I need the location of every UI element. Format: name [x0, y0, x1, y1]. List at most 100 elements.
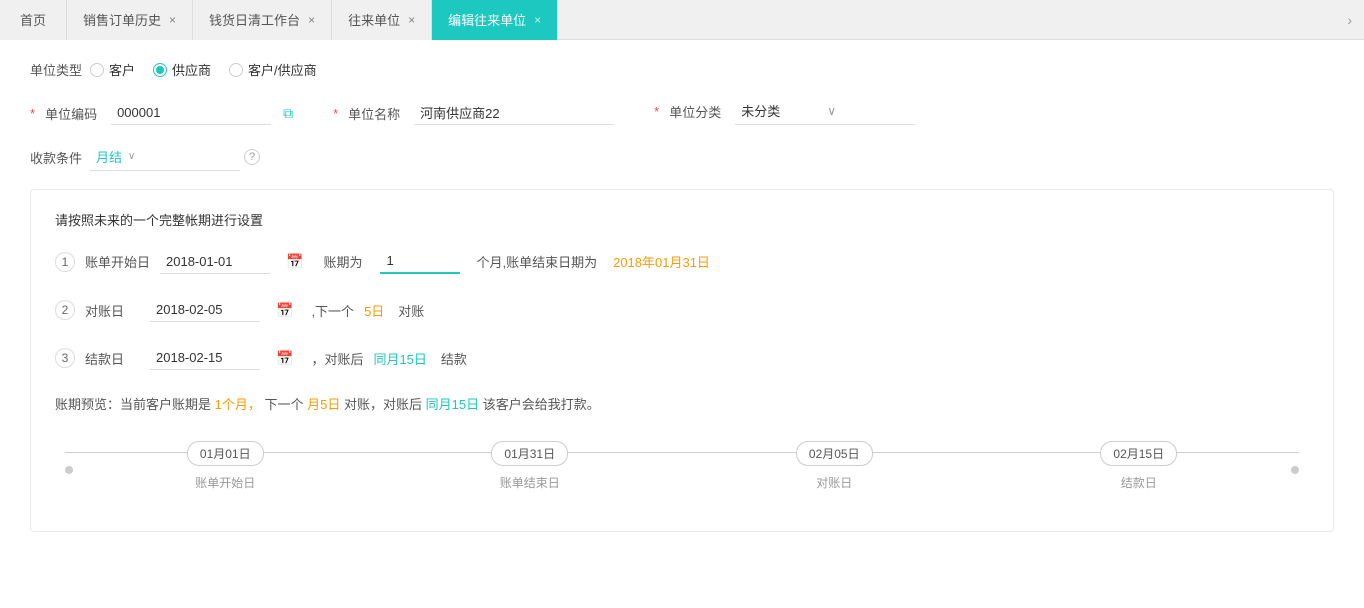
payment-help-icon[interactable]: ?	[244, 149, 260, 165]
radio-both-label: 客户/供应商	[248, 60, 317, 79]
unit-category-field: * 单位分类 未分类 ∨	[654, 97, 915, 125]
tab-contacts-close[interactable]: ×	[408, 14, 415, 26]
node-pill-4: 02月15日	[1100, 441, 1177, 466]
tab-cashier-label: 钱货日清工作台	[209, 10, 300, 29]
timeline-node-1: 01月01日 账单开始日	[187, 441, 264, 491]
tab-contacts-label: 往来单位	[348, 10, 400, 29]
start-date-cal-icon[interactable]: 📅	[286, 253, 303, 270]
unit-category-value: 未分类	[741, 101, 821, 120]
timeline-start-dot	[65, 466, 73, 474]
tab-cashier-close[interactable]: ×	[308, 14, 315, 26]
reconcile-prefix: ,下一个	[311, 301, 354, 320]
main-content: 单位类型 客户 供应商 客户/供应商 * 单位编码 000001 ⧉ *	[0, 40, 1364, 608]
period-section: 请按照未来的一个完整帐期进行设置 1 账单开始日 📅 账期为 个月,账单结束日期…	[30, 189, 1334, 532]
node-label-1: 账单开始日	[195, 474, 255, 491]
row-num-1: 1	[55, 252, 75, 272]
radio-customer-circle	[90, 63, 104, 77]
row-reconcile-date: 2 对账日 📅 ,下一个 5日 对账	[55, 298, 1309, 322]
radio-customer[interactable]: 客户	[90, 60, 135, 79]
unit-category-chevron: ∨	[827, 104, 836, 118]
row-num-2: 2	[55, 300, 75, 320]
row-start-date: 1 账单开始日 📅 账期为 个月,账单结束日期为 2018年01月31日	[55, 249, 1309, 274]
radio-supplier[interactable]: 供应商	[153, 60, 211, 79]
payment-highlight: 同月15日	[373, 349, 426, 368]
unit-name-input[interactable]: 河南供应商22	[414, 101, 614, 125]
payment-row: 收款条件 月结 ∨ ?	[30, 143, 1334, 171]
radio-both-circle	[229, 63, 243, 77]
tab-home[interactable]: 首页	[0, 0, 67, 40]
unit-type-row: 单位类型 客户 供应商 客户/供应商	[30, 60, 1334, 79]
radio-customer-label: 客户	[109, 60, 135, 79]
payment-select[interactable]: 月结 ∨	[90, 143, 240, 171]
tab-edit-contact-close[interactable]: ×	[534, 14, 541, 26]
timeline-node-2: 01月31日 账单结束日	[491, 441, 568, 491]
preview-highlight1: 1个月，	[215, 397, 261, 412]
tab-home-label: 首页	[20, 10, 46, 29]
tab-edit-contact-label: 编辑往来单位	[448, 10, 526, 29]
preview-prefix: 账期预览：当前客户账期是	[55, 397, 211, 412]
preview-middle1: 下一个	[265, 397, 304, 412]
unit-code-input[interactable]: 000001	[111, 101, 271, 125]
unit-name-field: * 单位名称 河南供应商22	[333, 101, 614, 125]
preview-highlight3: 同月15日	[426, 397, 479, 412]
node-pill-3: 02月05日	[796, 441, 873, 466]
timeline-node-3: 02月05日 对账日	[796, 441, 873, 491]
tab-edit-contact[interactable]: 编辑往来单位 ×	[432, 0, 558, 40]
timeline-node-4: 02月15日 结款日	[1100, 441, 1177, 491]
preview-suffix: 该客户会给我打款。	[483, 397, 600, 412]
tab-sales-history-close[interactable]: ×	[169, 14, 176, 26]
period-end-date: 2018年01月31日	[613, 252, 710, 271]
payment-suffix: 结款	[441, 349, 467, 368]
radio-both[interactable]: 客户/供应商	[229, 60, 317, 79]
node-label-4: 结款日	[1121, 474, 1157, 491]
tab-overflow-arrow[interactable]: ›	[1335, 12, 1364, 28]
unit-name-label: 单位名称	[348, 104, 400, 123]
reconcile-suffix: 对账	[398, 301, 424, 320]
unit-category-label: 单位分类	[669, 102, 721, 121]
timeline: 01月01日 账单开始日 01月31日 账单结束日 02月05日 对账日 02月…	[65, 441, 1299, 491]
unit-type-label: 单位类型	[30, 60, 82, 79]
section-title: 请按照未来的一个完整帐期进行设置	[55, 210, 1309, 229]
timeline-nodes: 01月01日 账单开始日 01月31日 账单结束日 02月05日 对账日 02月…	[73, 441, 1291, 491]
reconcile-date-input[interactable]	[150, 298, 260, 322]
timeline-end-dot	[1291, 466, 1299, 474]
field-label-1: 账单开始日	[85, 252, 150, 271]
start-date-input[interactable]	[160, 250, 270, 274]
tab-contacts[interactable]: 往来单位 ×	[332, 0, 432, 40]
timeline-container: 01月01日 账单开始日 01月31日 账单结束日 02月05日 对账日 02月…	[55, 431, 1309, 511]
payment-date-input[interactable]	[150, 346, 260, 370]
reconcile-date-cal-icon[interactable]: 📅	[276, 302, 293, 319]
unit-code-label: 单位编码	[45, 104, 97, 123]
unit-code-field: * 单位编码 000001 ⧉	[30, 101, 293, 125]
period-value-input[interactable]	[380, 249, 460, 274]
tab-sales-history[interactable]: 销售订单历史 ×	[67, 0, 193, 40]
unit-category-dropdown[interactable]: 未分类 ∨	[735, 97, 915, 125]
preview-text: 账期预览：当前客户账期是 1个月， 下一个 月5日 对账，对账后 同月15日 该…	[55, 394, 1309, 413]
tab-cashier[interactable]: 钱货日清工作台 ×	[193, 0, 332, 40]
node-pill-1: 01月01日	[187, 441, 264, 466]
row-num-3: 3	[55, 348, 75, 368]
tab-bar: 首页 销售订单历史 × 钱货日清工作台 × 往来单位 × 编辑往来单位 × ›	[0, 0, 1364, 40]
node-label-3: 对账日	[816, 474, 852, 491]
field-label-2: 对账日	[85, 301, 140, 320]
period-mid-text: 账期为	[323, 252, 362, 271]
radio-supplier-circle	[153, 63, 167, 77]
unit-type-radio-group: 客户 供应商 客户/供应商	[90, 60, 317, 79]
tab-sales-history-label: 销售订单历史	[83, 10, 161, 29]
code-copy-icon[interactable]: ⧉	[283, 105, 293, 122]
row-payment-date: 3 结款日 📅 ，对账后 同月15日 结款	[55, 346, 1309, 370]
payment-chevron: ∨	[128, 151, 135, 162]
unit-info-row: * 单位编码 000001 ⧉ * 单位名称 河南供应商22 * 单位分类 未分…	[30, 97, 1334, 125]
payment-label: 收款条件	[30, 148, 82, 167]
node-label-2: 账单结束日	[500, 474, 560, 491]
payment-date-cal-icon[interactable]: 📅	[276, 350, 293, 367]
payment-prefix: ，对账后	[311, 349, 363, 368]
radio-supplier-label: 供应商	[172, 60, 211, 79]
preview-highlight2: 月5日	[307, 397, 340, 412]
field-label-3: 结款日	[85, 349, 140, 368]
preview-middle2: 对账，对账后	[344, 397, 422, 412]
payment-value: 月结	[96, 147, 122, 166]
reconcile-highlight: 5日	[364, 301, 384, 320]
node-pill-2: 01月31日	[491, 441, 568, 466]
period-suffix: 个月,账单结束日期为	[476, 252, 597, 271]
